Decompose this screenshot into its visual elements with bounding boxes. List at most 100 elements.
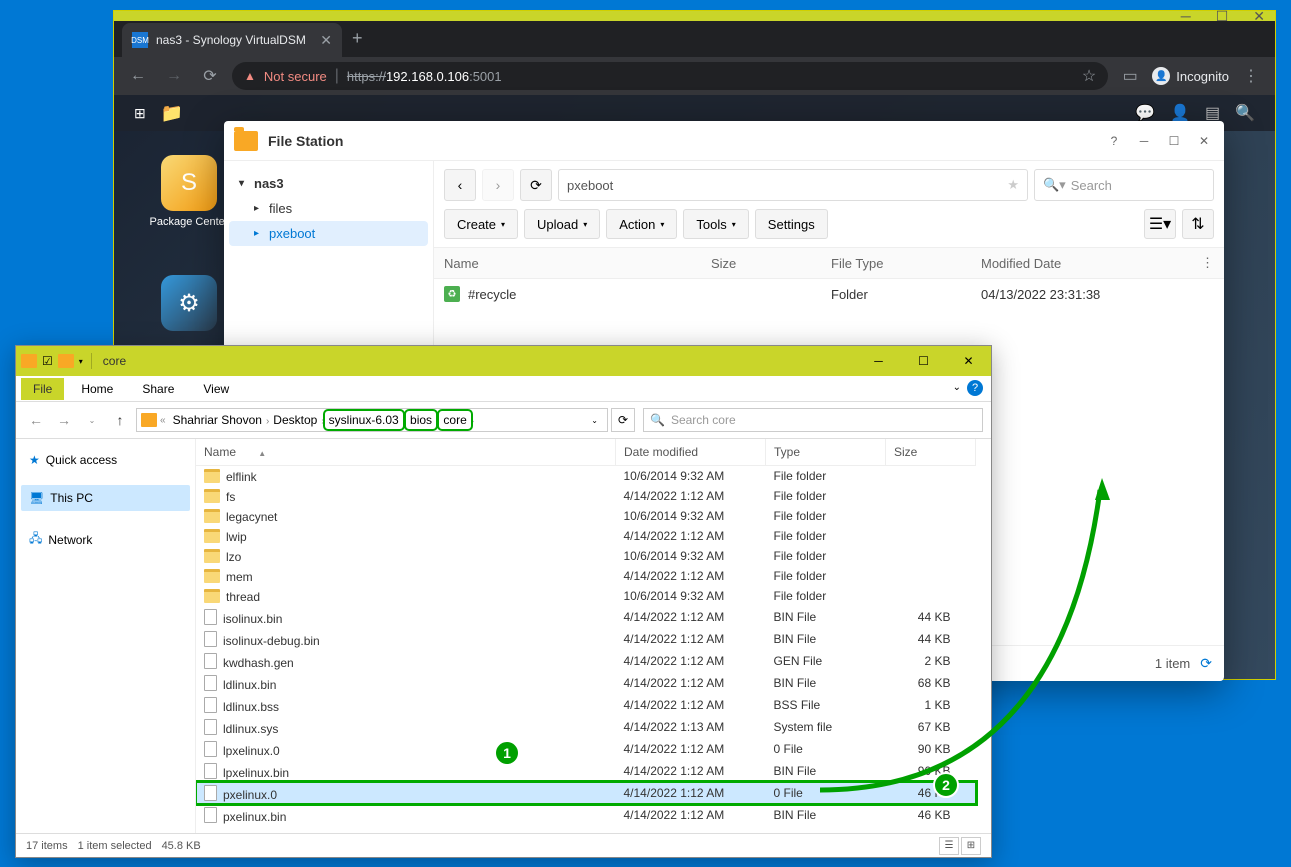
qat-dropdown-icon[interactable]: ▾ (79, 357, 83, 366)
panel-icon[interactable]: ▭ (1116, 62, 1144, 90)
tree-files[interactable]: ▸files (229, 196, 428, 221)
chrome-tabbar: DSM nas3 - Synology VirtualDSM ✕ + (114, 21, 1275, 57)
list-item[interactable]: isolinux-debug.bin4/14/2022 1:12 AMBIN F… (196, 628, 976, 650)
list-item[interactable]: pxelinux.bin4/14/2022 1:12 AMBIN File46 … (196, 804, 976, 826)
breadcrumb-segment[interactable]: Desktop (269, 411, 321, 429)
list-item[interactable]: lzo10/6/2014 9:32 AMFile folder (196, 546, 976, 566)
chrome-window-minimize-icon[interactable]: ─ (1181, 8, 1191, 25)
control-panel-shortcut[interactable]: ⚙ (149, 275, 229, 331)
action-button[interactable]: Action▾ (606, 209, 677, 239)
ex-close-icon[interactable]: ✕ (946, 346, 991, 376)
list-item[interactable]: mem4/14/2022 1:12 AMFile folder (196, 566, 976, 586)
tab-view[interactable]: View (191, 378, 241, 400)
settings-button[interactable]: Settings (755, 209, 828, 239)
list-item[interactable]: legacynet10/6/2014 9:32 AMFile folder (196, 506, 976, 526)
breadcrumb-segment[interactable]: core (439, 411, 470, 429)
breadcrumb-segment[interactable]: bios (406, 411, 436, 429)
col-name[interactable]: Name (434, 248, 701, 279)
maximize-icon[interactable]: ☐ (1164, 131, 1184, 151)
refresh-icon[interactable]: ⟳ (1200, 655, 1212, 672)
address-bar[interactable]: ▲ Not secure | https://192.168.0.106:500… (232, 62, 1108, 90)
nav-reload-icon[interactable]: ⟳ (196, 62, 224, 90)
breadcrumb-segment[interactable]: Shahriar Shovon (169, 411, 266, 429)
search-input[interactable]: 🔍▾ Search (1034, 169, 1214, 201)
tab-file[interactable]: File (21, 378, 64, 400)
reload-button[interactable]: ⟳ (520, 169, 552, 201)
favorite-icon[interactable]: ★ (1007, 177, 1019, 193)
breadcrumb[interactable]: « Shahriar Shovon›Desktop›syslinux-6.03›… (136, 408, 608, 432)
tab-close-icon[interactable]: ✕ (320, 32, 332, 49)
col-type[interactable]: Type (766, 439, 886, 466)
package-center-shortcut[interactable]: S Package Center (149, 155, 229, 228)
chrome-window-close-icon[interactable]: ✕ (1253, 8, 1265, 25)
sort-button[interactable]: ⇅ (1182, 209, 1214, 239)
user-icon[interactable]: 👤 (1170, 103, 1190, 123)
nav-back-icon[interactable]: ← (124, 62, 152, 90)
ribbon-caret-icon[interactable]: ⌄ (953, 382, 961, 393)
nav-back-icon[interactable]: ← (24, 408, 48, 432)
list-item[interactable]: ldlinux.bss4/14/2022 1:12 AMBSS File1 KB (196, 694, 976, 716)
help-icon[interactable]: ? (1104, 131, 1124, 151)
search-icon[interactable]: 🔍 (1235, 103, 1255, 123)
list-item[interactable]: kwdhash.gen4/14/2022 1:12 AMGEN File2 KB (196, 650, 976, 672)
list-item[interactable]: thread10/6/2014 9:32 AMFile folder (196, 586, 976, 606)
close-icon[interactable]: ✕ (1194, 131, 1214, 151)
create-button[interactable]: Create▾ (444, 209, 518, 239)
col-filetype[interactable]: File Type (821, 248, 971, 279)
tree-pxeboot[interactable]: ▸pxeboot (229, 221, 428, 246)
tab-home[interactable]: Home (69, 378, 125, 400)
widgets-icon[interactable]: ▤ (1205, 103, 1220, 123)
ex-minimize-icon[interactable]: ─ (856, 346, 901, 376)
qat-folder-icon[interactable] (58, 354, 74, 368)
nav-quick-access[interactable]: ★Quick access (21, 447, 190, 473)
nav-up-icon[interactable]: ↑ (108, 408, 132, 432)
qat-checkbox-icon[interactable]: ☑ (42, 354, 53, 368)
nav-this-pc[interactable]: 🖥This PC (21, 485, 190, 511)
ex-maximize-icon[interactable]: ☐ (901, 346, 946, 376)
list-item[interactable]: lpxelinux.04/14/2022 1:12 AM0 File90 KB (196, 738, 976, 760)
list-item[interactable]: ldlinux.sys4/14/2022 1:13 AMSystem file6… (196, 716, 976, 738)
col-options-icon[interactable]: ⋮ (1191, 248, 1224, 279)
upload-button[interactable]: Upload▾ (524, 209, 600, 239)
tree-root[interactable]: ▾nas3 (229, 171, 428, 196)
view-list-button[interactable]: ☰▾ (1144, 209, 1176, 239)
breadcrumb-dropdown-icon[interactable]: ⌄ (591, 416, 603, 425)
nav-forward-icon[interactable]: → (160, 62, 188, 90)
col-size[interactable]: Size (886, 439, 976, 466)
bookmark-star-icon[interactable]: ☆ (1082, 66, 1096, 86)
forward-button[interactable]: › (482, 169, 514, 201)
minimize-icon[interactable]: ─ (1134, 131, 1154, 151)
app-grid-icon[interactable]: ⊞ (134, 105, 146, 122)
col-name[interactable]: Name (196, 439, 616, 466)
folder-shortcut-icon[interactable]: 📁 (161, 103, 183, 124)
tools-button[interactable]: Tools▾ (683, 209, 748, 239)
nav-network[interactable]: 🖧Network (21, 523, 190, 556)
nav-refresh-icon[interactable]: ⟳ (611, 408, 635, 432)
col-date[interactable]: Date modified (616, 439, 766, 466)
nav-recent-icon[interactable]: ⌄ (80, 408, 104, 432)
view-icons-icon[interactable]: ⊞ (961, 837, 981, 855)
list-item[interactable]: isolinux.bin4/14/2022 1:12 AMBIN File44 … (196, 606, 976, 628)
list-item[interactable]: lpxelinux.bin4/14/2022 1:12 AMBIN File90… (196, 760, 976, 782)
explorer-search-input[interactable]: 🔍 Search core (643, 408, 983, 432)
tab-share[interactable]: Share (130, 378, 186, 400)
chat-icon[interactable]: 💬 (1135, 103, 1155, 123)
col-modified[interactable]: Modified Date (971, 248, 1191, 279)
navigation-pane: ★Quick access 🖥This PC 🖧Network (16, 439, 196, 833)
new-tab-icon[interactable]: + (352, 28, 363, 49)
list-item[interactable]: pxelinux.04/14/2022 1:12 AM0 File46 KB (196, 782, 976, 804)
view-details-icon[interactable]: ☰ (939, 837, 959, 855)
col-size[interactable]: Size (701, 248, 821, 279)
chrome-window-maximize-icon[interactable]: ☐ (1216, 8, 1229, 25)
table-row[interactable]: ♻#recycleFolder04/13/2022 23:31:38 (434, 279, 1224, 310)
path-input[interactable]: pxeboot★ (558, 169, 1028, 201)
list-item[interactable]: ldlinux.bin4/14/2022 1:12 AMBIN File68 K… (196, 672, 976, 694)
back-button[interactable]: ‹ (444, 169, 476, 201)
browser-tab[interactable]: DSM nas3 - Synology VirtualDSM ✕ (122, 23, 342, 57)
breadcrumb-segment[interactable]: syslinux-6.03 (325, 411, 403, 429)
list-item[interactable]: elflink10/6/2014 9:32 AMFile folder (196, 466, 976, 487)
list-item[interactable]: lwip4/14/2022 1:12 AMFile folder (196, 526, 976, 546)
list-item[interactable]: fs4/14/2022 1:12 AMFile folder (196, 486, 976, 506)
menu-icon[interactable]: ⋮ (1237, 62, 1265, 90)
help-icon[interactable]: ? (967, 380, 983, 396)
